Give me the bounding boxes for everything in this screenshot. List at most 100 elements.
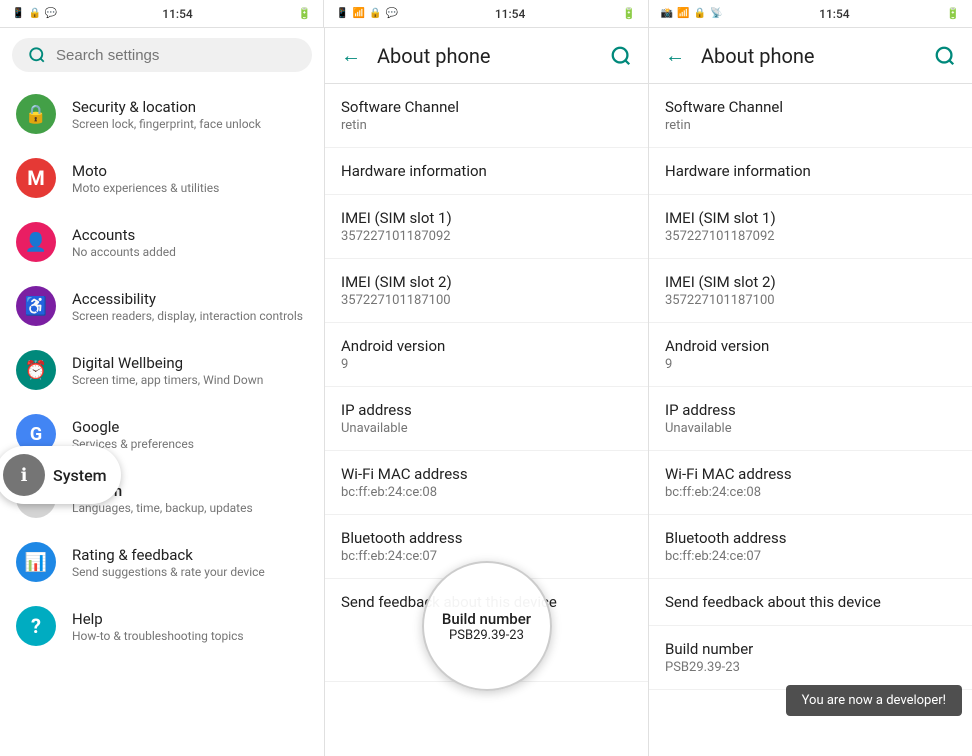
moto-icon: M	[16, 158, 56, 198]
status-icons-left: 📱🔒💬	[12, 8, 57, 19]
imei2-title: IMEI (SIM slot 2)	[341, 273, 632, 291]
imei2-item[interactable]: IMEI (SIM slot 2) 357227101187100	[325, 259, 648, 323]
system-bubble-icon: ℹ	[3, 454, 45, 496]
build-number-subtitle-r: PSB29.39-23	[665, 660, 956, 675]
battery-icon-left: 🔋	[298, 7, 312, 20]
sidebar-item-security[interactable]: 🔒 Security & location Screen lock, finge…	[0, 82, 324, 146]
imei2-title-r: IMEI (SIM slot 2)	[665, 273, 956, 291]
search-icon-middle[interactable]	[610, 45, 632, 67]
back-arrow-middle[interactable]: ←	[341, 43, 361, 68]
imei2-subtitle: 357227101187100	[341, 293, 632, 308]
back-arrow-right[interactable]: ←	[665, 43, 685, 68]
software-channel-item[interactable]: Software Channel retin	[325, 84, 648, 148]
about-panel-middle: ← About phone Software Channel retin Har…	[325, 28, 649, 756]
wifi-mac-item[interactable]: Wi-Fi MAC address bc:ff:eb:24:ce:08	[325, 451, 648, 515]
search-bar[interactable]	[12, 38, 312, 72]
panel-header-middle: ← About phone	[325, 28, 648, 84]
status-time-right: 11:54	[819, 7, 849, 21]
build-circle-title: Build number	[442, 610, 531, 628]
wifi-mac-subtitle: bc:ff:eb:24:ce:08	[341, 485, 632, 500]
developer-toast: You are now a developer!	[786, 685, 962, 716]
accessibility-subtitle: Screen readers, display, interaction con…	[72, 309, 308, 323]
wifi-mac-title-r: Wi-Fi MAC address	[665, 465, 956, 483]
sidebar-item-moto[interactable]: M Moto Moto experiences & utilities	[0, 146, 324, 210]
status-section-left: 📱🔒💬 11:54 🔋	[0, 0, 324, 27]
android-version-subtitle: 9	[341, 357, 632, 372]
google-title: Google	[72, 418, 308, 436]
ip-address-subtitle-r: Unavailable	[665, 421, 956, 436]
sidebar-item-system[interactable]: ℹ System ℹ System Languages, time, backu…	[0, 466, 324, 530]
sidebar-item-accessibility[interactable]: ♿ Accessibility Screen readers, display,…	[0, 274, 324, 338]
android-version-item[interactable]: Android version 9	[325, 323, 648, 387]
status-icons-mid: 📱📶🔒💬	[336, 8, 398, 19]
security-icon: 🔒	[16, 94, 56, 134]
ip-address-title: IP address	[341, 401, 632, 419]
rating-subtitle: Send suggestions & rate your device	[72, 565, 308, 579]
help-subtitle: How-to & troubleshooting topics	[72, 629, 308, 643]
google-subtitle: Services & preferences	[72, 437, 308, 451]
software-channel-subtitle: retin	[341, 118, 632, 133]
build-circle: Build number PSB29.39-23	[422, 561, 552, 691]
build-number-item-r[interactable]: Build number PSB29.39-23	[649, 626, 972, 690]
security-title: Security & location	[72, 98, 308, 116]
about-list-right: Software Channel retin Hardware informat…	[649, 84, 972, 756]
imei1-title-r: IMEI (SIM slot 1)	[665, 209, 956, 227]
bluetooth-item-r[interactable]: Bluetooth address bc:ff:eb:24:ce:07	[649, 515, 972, 579]
panel-title-middle: About phone	[377, 44, 594, 68]
software-channel-item-r[interactable]: Software Channel retin	[649, 84, 972, 148]
imei1-subtitle: 357227101187092	[341, 229, 632, 244]
accessibility-title: Accessibility	[72, 290, 308, 308]
bluetooth-title: Bluetooth address	[341, 529, 632, 547]
imei2-subtitle-r: 357227101187100	[665, 293, 956, 308]
about-list-middle: Software Channel retin Hardware informat…	[325, 84, 648, 756]
software-channel-title-r: Software Channel	[665, 98, 956, 116]
search-icon-right[interactable]	[934, 45, 956, 67]
imei1-item-r[interactable]: IMEI (SIM slot 1) 357227101187092	[649, 195, 972, 259]
hardware-info-item[interactable]: Hardware information	[325, 148, 648, 195]
imei1-subtitle-r: 357227101187092	[665, 229, 956, 244]
status-section-right: 📸📶🔒📡 11:54 🔋	[649, 0, 972, 27]
status-section-mid: 📱📶🔒💬 11:54 🔋	[324, 0, 648, 27]
help-title: Help	[72, 610, 308, 628]
status-icons-right: 📸📶🔒📡	[661, 8, 723, 19]
imei1-item[interactable]: IMEI (SIM slot 1) 357227101187092	[325, 195, 648, 259]
hardware-info-title-r: Hardware information	[665, 162, 956, 180]
sidebar-item-accounts[interactable]: 👤 Accounts No accounts added	[0, 210, 324, 274]
wifi-mac-item-r[interactable]: Wi-Fi MAC address bc:ff:eb:24:ce:08	[649, 451, 972, 515]
panel-title-right: About phone	[701, 44, 918, 68]
imei2-item-r[interactable]: IMEI (SIM slot 2) 357227101187100	[649, 259, 972, 323]
ip-address-item[interactable]: IP address Unavailable	[325, 387, 648, 451]
search-input[interactable]	[56, 47, 296, 64]
android-version-item-r[interactable]: Android version 9	[649, 323, 972, 387]
status-time-mid: 11:54	[495, 7, 525, 21]
bluetooth-title-r: Bluetooth address	[665, 529, 956, 547]
build-circle-value: PSB29.39-23	[449, 628, 524, 643]
digital-wellbeing-icon: ⏰	[16, 350, 56, 390]
send-feedback-item-r[interactable]: Send feedback about this device	[649, 579, 972, 626]
sidebar-item-help[interactable]: ? Help How-to & troubleshooting topics	[0, 594, 324, 658]
system-bubble-label: System	[53, 466, 107, 485]
software-channel-title: Software Channel	[341, 98, 632, 116]
android-version-title-r: Android version	[665, 337, 956, 355]
accounts-icon: 👤	[16, 222, 56, 262]
rating-title: Rating & feedback	[72, 546, 308, 564]
hardware-info-item-r[interactable]: Hardware information	[649, 148, 972, 195]
digital-wellbeing-subtitle: Screen time, app timers, Wind Down	[72, 373, 308, 387]
bluetooth-subtitle-r: bc:ff:eb:24:ce:07	[665, 549, 956, 564]
status-bar: 📱🔒💬 11:54 🔋 📱📶🔒💬 11:54 🔋 📸📶🔒📡 11:54 🔋	[0, 0, 972, 28]
imei1-title: IMEI (SIM slot 1)	[341, 209, 632, 227]
settings-panel: 🔒 Security & location Screen lock, finge…	[0, 28, 325, 756]
hardware-info-title: Hardware information	[341, 162, 632, 180]
sidebar-item-digital-wellbeing[interactable]: ⏰ Digital Wellbeing Screen time, app tim…	[0, 338, 324, 402]
ip-address-item-r[interactable]: IP address Unavailable	[649, 387, 972, 451]
battery-icon-right: 🔋	[946, 7, 960, 20]
help-icon: ?	[16, 606, 56, 646]
security-subtitle: Screen lock, fingerprint, face unlock	[72, 117, 308, 131]
moto-title: Moto	[72, 162, 308, 180]
software-channel-subtitle-r: retin	[665, 118, 956, 133]
build-number-item-middle[interactable]: Send feedback about this device Build nu…	[325, 579, 648, 682]
sidebar-item-rating[interactable]: 📊 Rating & feedback Send suggestions & r…	[0, 530, 324, 594]
android-version-title: Android version	[341, 337, 632, 355]
about-panel-right: ← About phone Software Channel retin Har…	[649, 28, 972, 756]
android-version-subtitle-r: 9	[665, 357, 956, 372]
